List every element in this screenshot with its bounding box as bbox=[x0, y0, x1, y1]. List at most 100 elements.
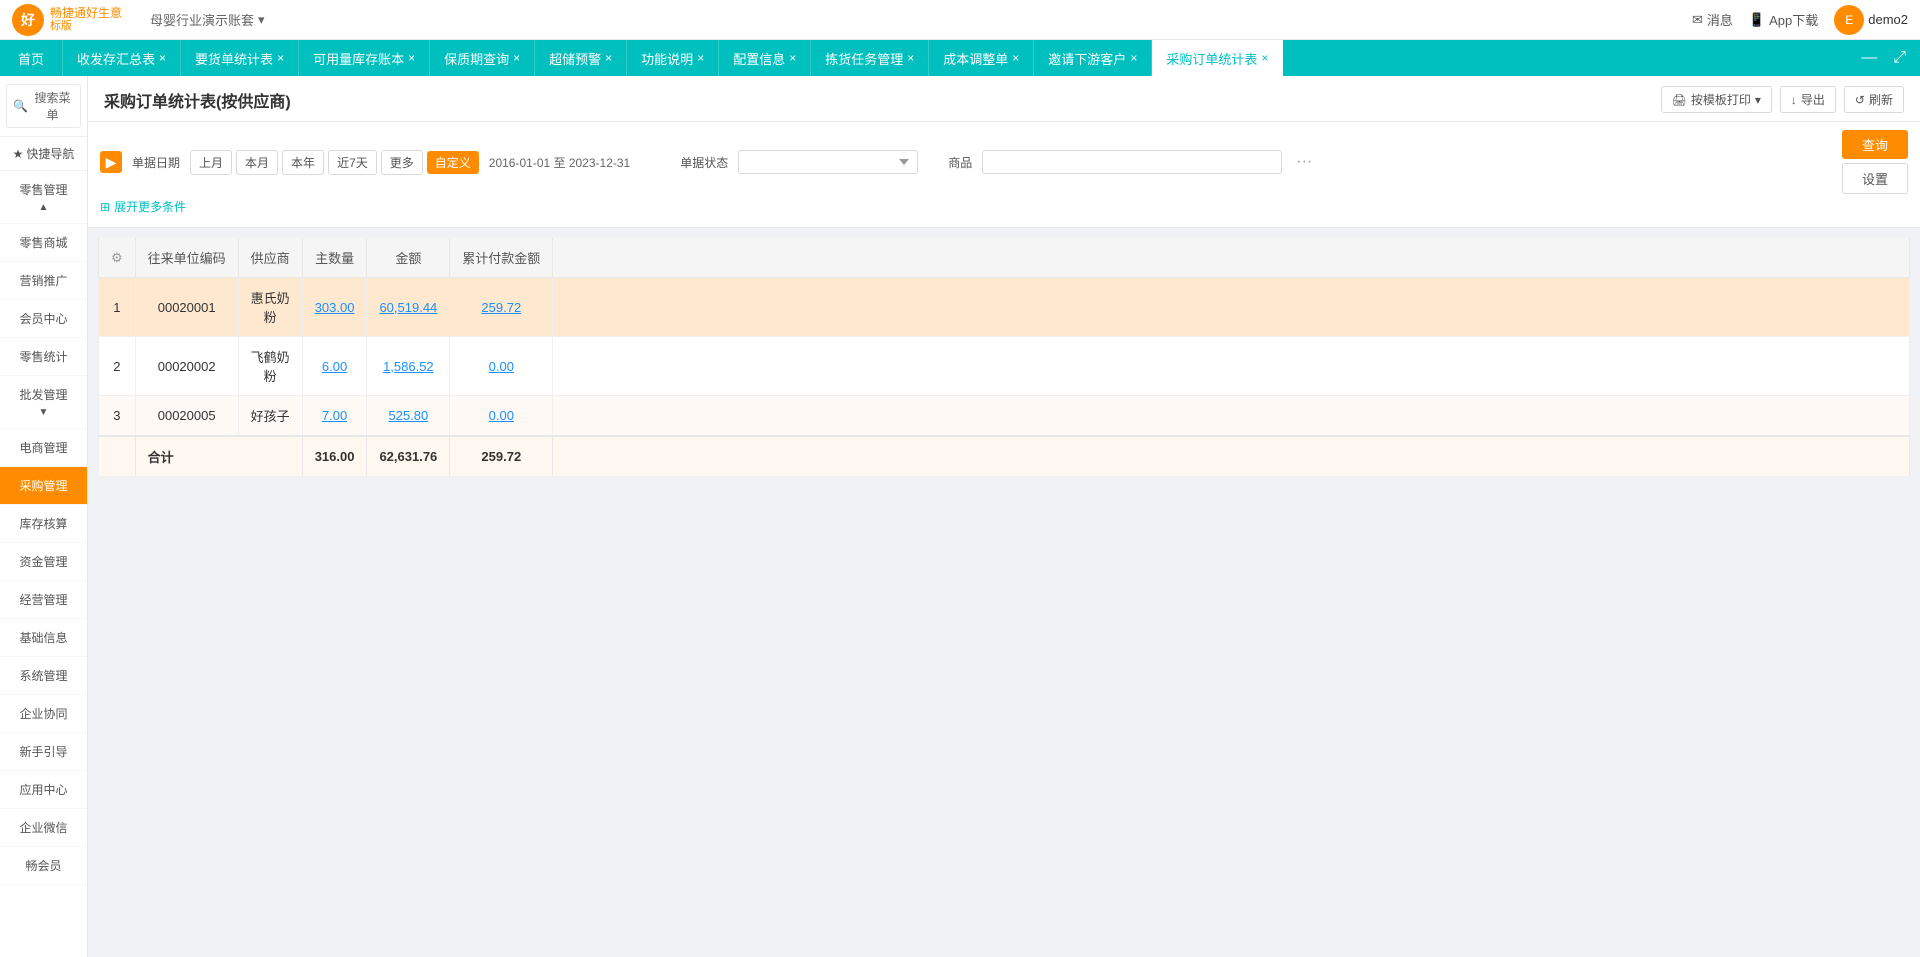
col-settings-header: ⚙ bbox=[99, 238, 136, 278]
date-custom-button[interactable]: 自定义 bbox=[427, 151, 479, 174]
chevron-down-icon: ▲ bbox=[39, 202, 49, 213]
close-tab-shelf-life[interactable]: × bbox=[513, 51, 520, 65]
cell-code-2: 00020002 bbox=[135, 337, 238, 396]
search-menu-button[interactable]: 🔍 搜索菜单 bbox=[6, 84, 81, 128]
logo-text: 畅捷通好生意 标版 bbox=[50, 6, 122, 34]
date-last-month-button[interactable]: 上月 bbox=[190, 150, 232, 175]
sidebar-item-wholesale[interactable]: 批发管理 ▼ bbox=[0, 376, 87, 429]
table-footer: 合计 316.00 62,631.76 259.72 bbox=[99, 436, 1910, 477]
sidebar-item-quick-nav[interactable]: ★ 快捷导航 bbox=[0, 137, 87, 171]
tab-config-info[interactable]: 配置信息 × bbox=[719, 40, 811, 76]
table-row[interactable]: 3 00020005 好孩子 7.00 525.80 0.00 bbox=[99, 396, 1910, 437]
tab-purchase-stats[interactable]: 采购订单统计表 × bbox=[1152, 40, 1283, 76]
page-header: 采购订单统计表(按供应商) 🖨 按模板打印 ▾ ↓ 导出 ↺ 刷新 bbox=[88, 76, 1920, 122]
date-range-display: 2016-01-01 至 2023-12-31 bbox=[489, 154, 630, 171]
workspace-selector[interactable]: 母婴行业演示账套 ▾ bbox=[150, 10, 265, 29]
expand-tabs-button[interactable]: ⤢ bbox=[1887, 47, 1912, 69]
sidebar: 🔍 搜索菜单 ★ 快捷导航 零售管理 ▲ 零售商城 营销推广 会员中心 零售统计… bbox=[0, 76, 88, 957]
col-amount-header: 金额 bbox=[367, 238, 450, 278]
cell-paid-2: 0.00 bbox=[450, 337, 553, 396]
date-filter-label: 单据日期 bbox=[132, 154, 180, 171]
page-actions: 🖨 按模板打印 ▾ ↓ 导出 ↺ 刷新 bbox=[1661, 86, 1904, 113]
sidebar-item-retail-store[interactable]: 零售商城 bbox=[0, 224, 87, 262]
sidebar-item-purchase[interactable]: 采购管理 bbox=[0, 467, 87, 505]
footer-quantity: 316.00 bbox=[302, 436, 367, 477]
close-tab-receive-send[interactable]: × bbox=[159, 51, 166, 65]
message-button[interactable]: ✉ 消息 bbox=[1692, 10, 1733, 29]
goods-filter-label: 商品 bbox=[948, 154, 972, 171]
tab-overstock-warning[interactable]: 超储预警 × bbox=[535, 40, 627, 76]
message-icon: ✉ bbox=[1692, 12, 1703, 28]
tab-shelf-life[interactable]: 保质期查询 × bbox=[430, 40, 535, 76]
sidebar-item-app-center[interactable]: 应用中心 bbox=[0, 771, 87, 809]
close-tab-cost-adjust[interactable]: × bbox=[1012, 51, 1019, 65]
sidebar-item-member[interactable]: 会员中心 bbox=[0, 300, 87, 338]
expand-more-button[interactable]: ⊞ 展开更多条件 bbox=[100, 198, 186, 215]
sidebar-item-member2[interactable]: 畅会员 bbox=[0, 847, 87, 885]
sidebar-item-retail[interactable]: 零售管理 ▲ bbox=[0, 171, 87, 224]
export-button[interactable]: ↓ 导出 bbox=[1780, 86, 1836, 113]
refresh-button[interactable]: ↺ 刷新 bbox=[1844, 86, 1904, 113]
filter-row-1: ▶ 单据日期 上月 本月 本年 近7天 更多 自定义 2016-01-01 至 … bbox=[100, 130, 1908, 194]
search-button[interactable]: 查询 bbox=[1842, 130, 1908, 159]
sidebar-item-marketing[interactable]: 营销推广 bbox=[0, 262, 87, 300]
col-paid-header: 累计付款金额 bbox=[450, 238, 553, 278]
minimize-tabs-button[interactable]: — bbox=[1855, 47, 1883, 69]
sidebar-item-enterprise-wechat[interactable]: 企业微信 bbox=[0, 809, 87, 847]
footer-amount: 62,631.76 bbox=[367, 436, 450, 477]
logo-icon: 好 bbox=[12, 4, 44, 36]
goods-more-button[interactable]: ··· bbox=[1292, 153, 1316, 171]
main-layout: 🔍 搜索菜单 ★ 快捷导航 零售管理 ▲ 零售商城 营销推广 会员中心 零售统计… bbox=[0, 76, 1920, 957]
sidebar-item-basic-info[interactable]: 基础信息 bbox=[0, 619, 87, 657]
close-tab-purchase-stats[interactable]: × bbox=[1261, 51, 1268, 65]
tab-cost-adjust[interactable]: 成本调整单 × bbox=[929, 40, 1034, 76]
sidebar-item-ecommerce[interactable]: 电商管理 bbox=[0, 429, 87, 467]
content-area: 采购订单统计表(按供应商) 🖨 按模板打印 ▾ ↓ 导出 ↺ 刷新 bbox=[88, 76, 1920, 957]
sidebar-item-new-guide[interactable]: 新手引导 bbox=[0, 733, 87, 771]
sidebar-item-system[interactable]: 系统管理 bbox=[0, 657, 87, 695]
cell-index-1: 1 bbox=[99, 278, 136, 337]
refresh-icon: ↺ bbox=[1855, 93, 1865, 107]
status-select[interactable] bbox=[738, 150, 918, 174]
print-button[interactable]: 🖨 按模板打印 ▾ bbox=[1661, 86, 1772, 113]
app-download-button[interactable]: 📱 App下载 bbox=[1749, 10, 1818, 29]
tab-receive-send[interactable]: 收发存汇总表 × bbox=[63, 40, 181, 76]
close-tab-invite-customer[interactable]: × bbox=[1130, 51, 1137, 65]
tab-function-desc[interactable]: 功能说明 × bbox=[627, 40, 719, 76]
filter-toggle-button[interactable]: ▶ bbox=[100, 151, 122, 173]
page-title-row: 采购订单统计表(按供应商) 🖨 按模板打印 ▾ ↓ 导出 ↺ 刷新 bbox=[104, 86, 1904, 113]
download-icon: 📱 bbox=[1749, 12, 1765, 28]
tab-available-stock[interactable]: 可用量库存账本 × bbox=[299, 40, 430, 76]
close-tab-picking-task[interactable]: × bbox=[907, 51, 914, 65]
sidebar-item-finance[interactable]: 资金管理 bbox=[0, 543, 87, 581]
goods-input[interactable] bbox=[982, 150, 1282, 174]
user-profile[interactable]: E demo2 bbox=[1834, 5, 1908, 35]
date-more-button[interactable]: 更多 bbox=[381, 150, 423, 175]
expand-icon: ⊞ bbox=[100, 200, 110, 214]
tab-picking-task[interactable]: 拣货任务管理 × bbox=[811, 40, 929, 76]
close-tab-overstock-warning[interactable]: × bbox=[605, 51, 612, 65]
close-tab-order-stats[interactable]: × bbox=[277, 51, 284, 65]
cell-quantity-3: 7.00 bbox=[302, 396, 367, 437]
tab-invite-customer[interactable]: 邀请下游客户 × bbox=[1034, 40, 1152, 76]
tab-order-stats[interactable]: 要货单统计表 × bbox=[181, 40, 299, 76]
table-row[interactable]: 1 00020001 惠氏奶粉 303.00 60,519.44 259.72 bbox=[99, 278, 1910, 337]
sidebar-item-inventory[interactable]: 库存核算 bbox=[0, 505, 87, 543]
tab-home[interactable]: 首页 bbox=[0, 40, 63, 76]
close-tab-config-info[interactable]: × bbox=[789, 51, 796, 65]
sidebar-item-operations[interactable]: 经营管理 bbox=[0, 581, 87, 619]
cell-code-1: 00020001 bbox=[135, 278, 238, 337]
date-7days-button[interactable]: 近7天 bbox=[328, 150, 377, 175]
settings-icon[interactable]: ⚙ bbox=[111, 250, 123, 265]
date-this-year-button[interactable]: 本年 bbox=[282, 150, 324, 175]
date-this-month-button[interactable]: 本月 bbox=[236, 150, 278, 175]
sidebar-item-enterprise[interactable]: 企业协同 bbox=[0, 695, 87, 733]
col-supplier-header: 供应商 bbox=[238, 238, 302, 278]
filter-area: ▶ 单据日期 上月 本月 本年 近7天 更多 自定义 2016-01-01 至 … bbox=[88, 122, 1920, 228]
cell-paid-1: 259.72 bbox=[450, 278, 553, 337]
settings-button[interactable]: 设置 bbox=[1842, 163, 1908, 194]
close-tab-available-stock[interactable]: × bbox=[408, 51, 415, 65]
close-tab-function-desc[interactable]: × bbox=[697, 51, 704, 65]
table-row[interactable]: 2 00020002 飞鹤奶粉 6.00 1,586.52 0.00 bbox=[99, 337, 1910, 396]
sidebar-item-retail-stats[interactable]: 零售统计 bbox=[0, 338, 87, 376]
